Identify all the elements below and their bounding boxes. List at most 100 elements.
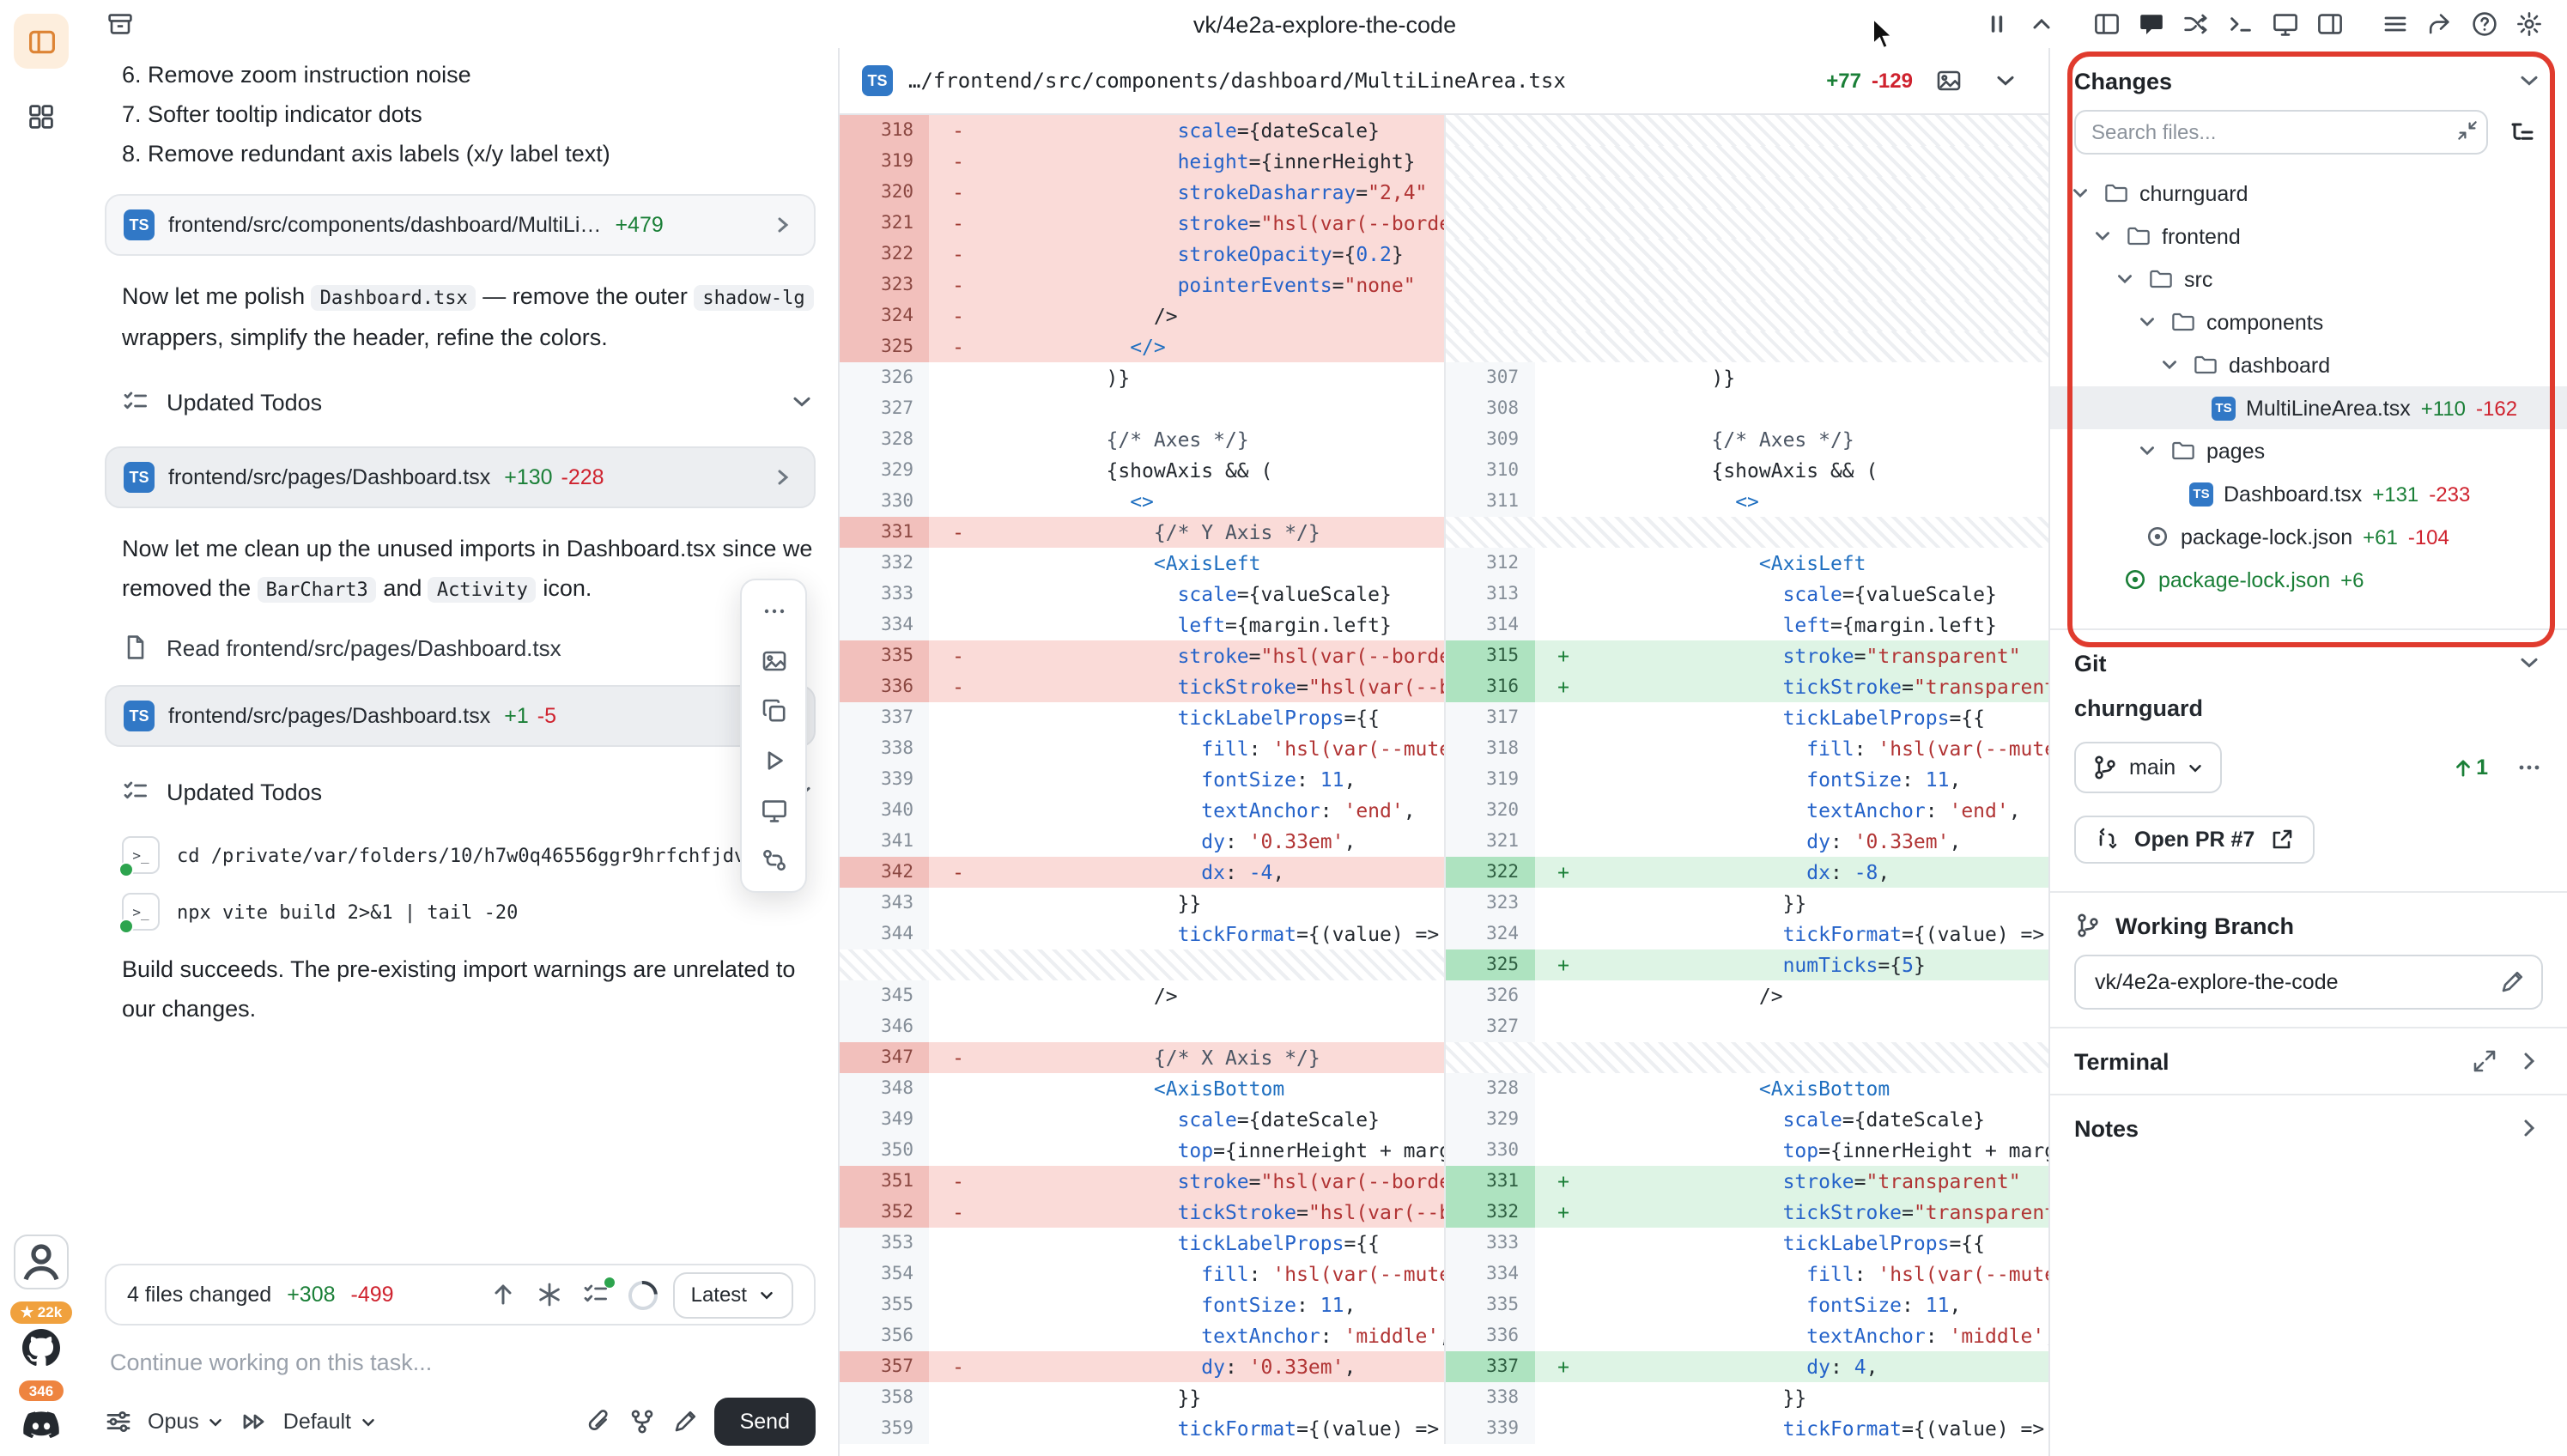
file-tree-item-dashboard[interactable]: dashboard [2050, 343, 2567, 386]
diff-line-ctx[interactable]: 321 dy: '0.33em', [1445, 826, 2048, 857]
gear-icon[interactable] [2509, 3, 2550, 45]
diff-line-ctx[interactable]: 320 textAnchor: 'end', [1445, 795, 2048, 826]
diff-line-ctx[interactable]: 319 fontSize: 11, [1445, 764, 2048, 795]
terminal-section-header[interactable]: Terminal [2050, 1035, 2567, 1087]
mode-dropdown[interactable]: Default [283, 1410, 377, 1434]
diff-line-ctx[interactable]: 328 <AxisBottom [1445, 1073, 2048, 1104]
diff-line-ctx[interactable]: 359 tickFormat={(value) => formatValue(v… [840, 1413, 1445, 1444]
changes-status-bar[interactable]: 4 files changed +308 -499 Latest [105, 1264, 816, 1326]
diff-line-ctx[interactable]: 309 {/* Axes */} [1445, 424, 2048, 455]
screenshot-icon[interactable] [749, 637, 798, 685]
diff-line-ctx[interactable]: 318 fill: 'hsl(var(--muted-foreground))'… [1445, 733, 2048, 764]
diff-line-ctx[interactable]: 313 scale={valueScale} [1445, 579, 2048, 610]
diff-line-add[interactable]: 331+ stroke="transparent" [1445, 1166, 2048, 1197]
file-tree-item-churnguard[interactable]: churnguard [2050, 172, 2567, 215]
git-section-header[interactable]: Git [2050, 637, 2567, 689]
diff-line-ctx[interactable]: 358 }} [840, 1382, 1445, 1413]
chevron-right-icon[interactable] [2515, 1114, 2543, 1142]
diff-line-ctx[interactable]: 328 {/* Axes */} [840, 424, 1445, 455]
terminal-command-row[interactable]: >_ npx vite build 2>&1 | tail -20 [105, 893, 816, 931]
diff-line-ctx[interactable]: 344 tickFormat={(value) => formatValue(v… [840, 919, 1445, 949]
pen-icon[interactable] [671, 1408, 699, 1435]
discord-icon[interactable] [21, 1404, 62, 1446]
file-tree-item-frontend[interactable]: frontend [2050, 215, 2567, 258]
diff-line-ctx[interactable]: 341 dy: '0.33em', [840, 826, 1445, 857]
arrow-up-icon[interactable] [490, 1281, 518, 1308]
diff-line-ctx[interactable]: 346 [840, 1011, 1445, 1042]
changed-files-tree[interactable]: churnguardfrontendsrccomponentsdashboard… [2050, 168, 2567, 622]
monitor-icon[interactable] [2265, 3, 2306, 45]
open-pr-button[interactable]: Open PR #7 [2074, 816, 2315, 864]
message-input-row[interactable] [105, 1326, 816, 1398]
diff-line-ctx[interactable]: 339 fontSize: 11, [840, 764, 1445, 795]
diff-line-del[interactable]: 321- stroke="hsl(var(--border))" [840, 208, 1445, 239]
diff-line-ctx[interactable]: 355 fontSize: 11, [840, 1289, 1445, 1320]
changes-section-header[interactable]: Changes [2050, 55, 2567, 106]
chevron-down-icon[interactable] [2112, 266, 2138, 292]
diff-line-del[interactable]: 347- {/* X Axis */} [840, 1042, 1445, 1073]
collapse-up-icon[interactable] [2021, 3, 2062, 45]
diff-line-ctx[interactable]: 326 )} [840, 362, 1445, 393]
file-tree-item-dashboard-tsx[interactable]: TSDashboard.tsx+131-233 [2050, 472, 2567, 515]
diff-line-ctx[interactable]: 312 <AxisLeft [1445, 548, 2048, 579]
diff-line-ctx[interactable]: 323 }} [1445, 888, 2048, 919]
diff-line-ctx[interactable]: 353 tickLabelProps={{ [840, 1228, 1445, 1259]
diff-line-add[interactable]: 316+ tickStroke="transparent" [1445, 671, 2048, 702]
copy-icon[interactable] [749, 687, 798, 735]
diff-line-add[interactable]: 325+ numTicks={5} [1445, 949, 2048, 980]
diff-line-ctx[interactable]: 333 tickLabelProps={{ [1445, 1228, 2048, 1259]
diff-line-ctx[interactable]: 308 [1445, 393, 2048, 424]
chevron-down-icon[interactable] [2134, 309, 2160, 335]
diff-line-ctx[interactable]: 326 /> [1445, 980, 2048, 1011]
message-input[interactable] [110, 1350, 810, 1375]
diff-line-del[interactable]: 319- height={innerHeight} [840, 146, 1445, 177]
notes-section-header[interactable]: Notes [2050, 1102, 2567, 1154]
diff-line-del[interactable]: 357- dy: '0.33em', [840, 1351, 1445, 1382]
diff-line-ctx[interactable]: 336 textAnchor: 'middle', [1445, 1320, 2048, 1351]
workspaces-grid-icon[interactable] [21, 96, 62, 137]
diff-line-ctx[interactable]: 327 [840, 393, 1445, 424]
diff-line-del[interactable]: 324- /> [840, 300, 1445, 331]
diff-line-ctx[interactable]: 343 }} [840, 888, 1445, 919]
diff-line-del[interactable]: 331- {/* Y Axis */} [840, 517, 1445, 548]
file-tree-item-pages[interactable]: pages [2050, 429, 2567, 472]
chat-icon[interactable] [2131, 3, 2172, 45]
terminal-command-row[interactable]: >_ cd /private/var/folders/10/h7w0q46556… [105, 836, 816, 874]
diff-line-ctx[interactable]: 329 scale={dateScale} [1445, 1104, 2048, 1135]
github-icon[interactable] [21, 1326, 62, 1368]
file-edit-chip[interactable]: TS frontend/src/pages/Dashboard.tsx +1-5 [105, 685, 816, 747]
spark-icon[interactable] [537, 1281, 564, 1308]
diff-line-del[interactable]: 351- stroke="hsl(var(--border))" [840, 1166, 1445, 1197]
send-button[interactable]: Send [714, 1398, 816, 1446]
panel-left-icon[interactable] [2086, 3, 2127, 45]
search-files-input[interactable] [2074, 110, 2488, 155]
file-tree-item-components[interactable]: components [2050, 300, 2567, 343]
diff-line-ctx[interactable]: 354 fill: 'hsl(var(--muted-foreground))'… [840, 1259, 1445, 1289]
working-branch-field[interactable] [2074, 955, 2543, 1010]
attachment-icon[interactable] [586, 1408, 613, 1435]
diff-line-ctx[interactable]: 333 scale={valueScale} [840, 579, 1445, 610]
sliders-icon[interactable] [105, 1408, 132, 1435]
diff-line-ctx[interactable]: 349 scale={dateScale} [840, 1104, 1445, 1135]
diff-line-ctx[interactable]: 334 fill: 'hsl(var(--muted-foreground))'… [1445, 1259, 2048, 1289]
updated-todos-row[interactable]: Updated Todos [105, 381, 816, 422]
diff-line-ctx[interactable]: 330 <> [840, 486, 1445, 517]
diff-line-del[interactable]: 325- </> [840, 331, 1445, 362]
pause-icon[interactable] [1976, 3, 2018, 45]
updated-todos-row[interactable]: Updated Todos [105, 771, 816, 812]
chevron-down-icon[interactable] [2134, 438, 2160, 464]
file-edit-chip[interactable]: TS frontend/src/pages/Dashboard.tsx +130… [105, 446, 816, 508]
branch-selector[interactable]: main [2074, 742, 2222, 793]
diff-line-del[interactable]: 318- scale={dateScale} [840, 115, 1445, 146]
forward-icon[interactable] [2419, 3, 2461, 45]
chevron-down-icon[interactable] [2515, 67, 2543, 94]
diff-line-ctx[interactable]: 311 <> [1445, 486, 2048, 517]
compare-icon[interactable] [749, 836, 798, 884]
diff-line-ctx[interactable]: 310 {showAxis && ( [1445, 455, 2048, 486]
diff-line-ctx[interactable]: 307 )} [1445, 362, 2048, 393]
shuffle-icon[interactable] [2176, 3, 2217, 45]
diff-line-add[interactable]: 332+ tickStroke="transparent" [1445, 1197, 2048, 1228]
file-edit-chip[interactable]: TS frontend/src/components/dashboard/Mul… [105, 194, 816, 256]
diff-line-add[interactable]: 315+ stroke="transparent" [1445, 640, 2048, 671]
diff-line-ctx[interactable]: 356 textAnchor: 'middle', [840, 1320, 1445, 1351]
